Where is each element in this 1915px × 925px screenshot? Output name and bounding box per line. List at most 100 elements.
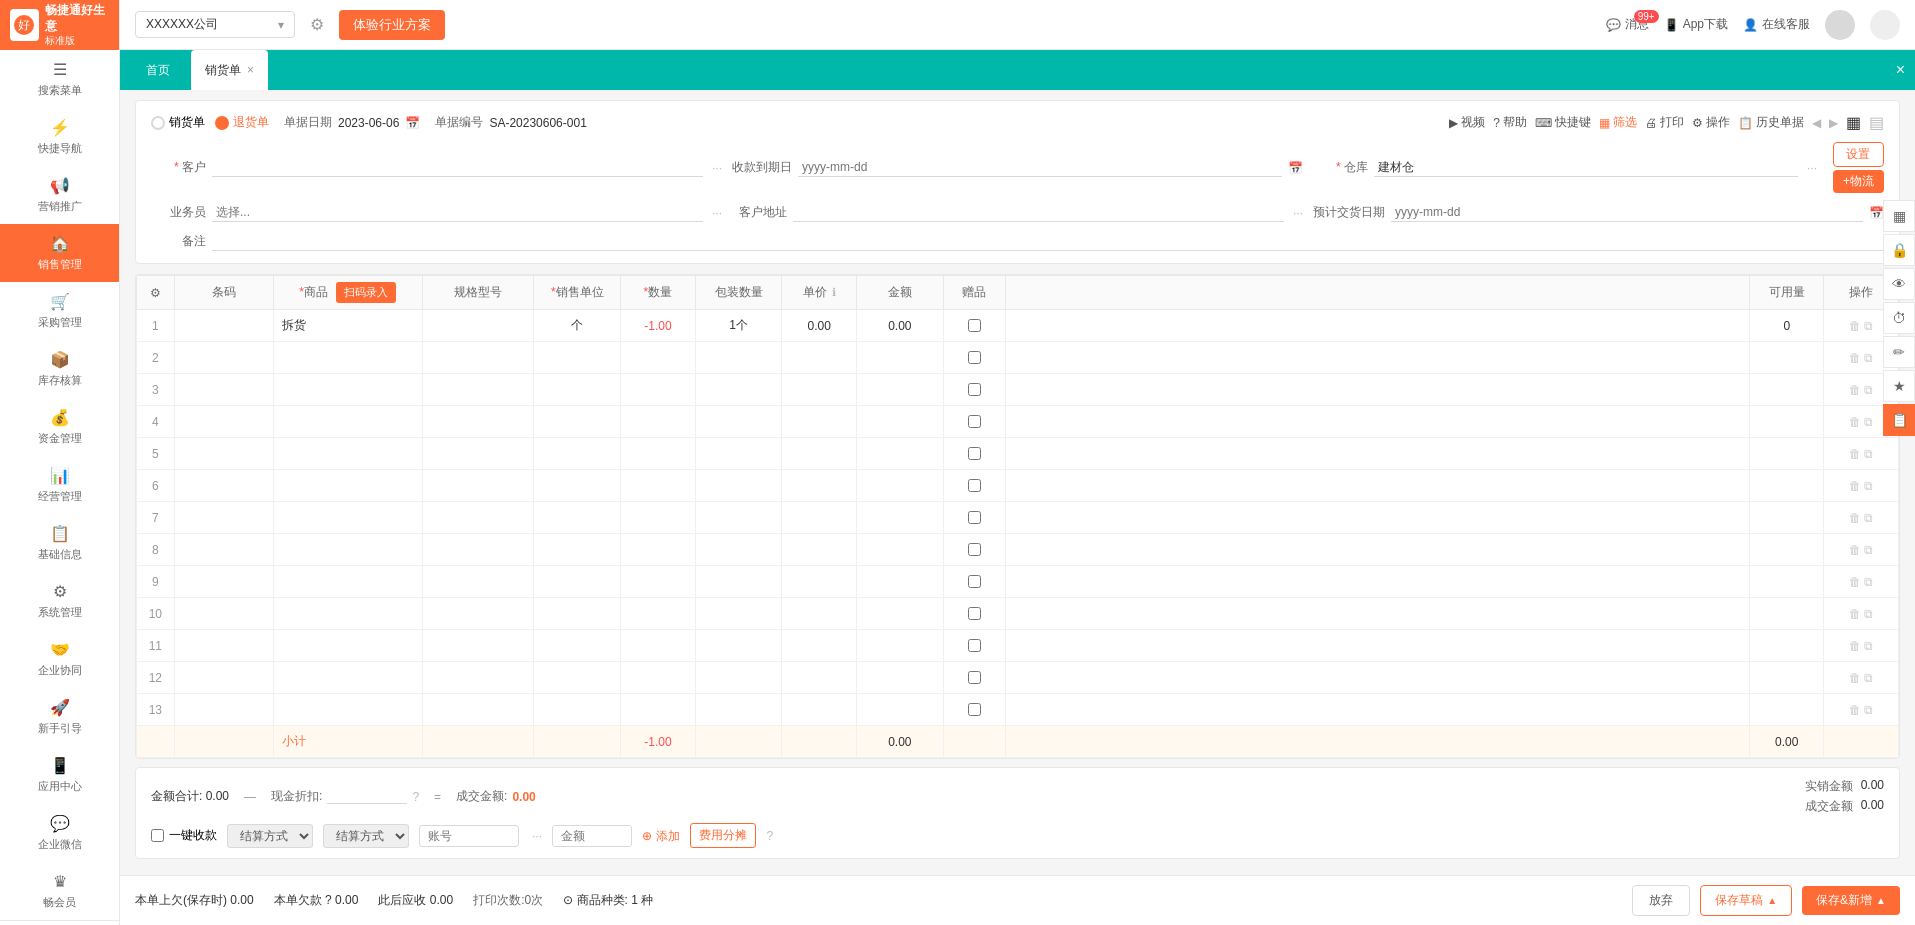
- rt-item-grid[interactable]: ▦: [1883, 200, 1915, 232]
- topbar-gear-icon[interactable]: ⚙: [310, 15, 324, 34]
- row-product-2[interactable]: [273, 342, 422, 374]
- row-unit-8[interactable]: [534, 534, 621, 566]
- row-barcode-6[interactable]: [174, 470, 273, 502]
- row-qty-4[interactable]: [621, 406, 695, 438]
- print-link[interactable]: 🖨 打印: [1645, 114, 1684, 131]
- settings-btn[interactable]: 设置: [1833, 142, 1884, 167]
- row-qty-3[interactable]: [621, 374, 695, 406]
- row-amount-13[interactable]: [856, 694, 943, 726]
- row-gift-12[interactable]: [943, 662, 1005, 694]
- row-pkgqty-9[interactable]: [695, 566, 782, 598]
- user-avatar2[interactable]: [1870, 10, 1900, 40]
- one-click-pay-input[interactable]: [151, 829, 164, 842]
- delete-icon-2[interactable]: 🗑: [1849, 351, 1861, 365]
- delete-icon-9[interactable]: 🗑: [1849, 575, 1861, 589]
- gift-checkbox-1[interactable]: [968, 319, 981, 332]
- row-spec-4[interactable]: [422, 406, 534, 438]
- filter-link[interactable]: ▦ 筛选: [1599, 114, 1637, 131]
- row-barcode-8[interactable]: [174, 534, 273, 566]
- row-unit-4[interactable]: [534, 406, 621, 438]
- row-product-8[interactable]: [273, 534, 422, 566]
- row-price-9[interactable]: [782, 566, 856, 598]
- row-product-10[interactable]: [273, 598, 422, 630]
- row-unit-5[interactable]: [534, 438, 621, 470]
- row-gift-4[interactable]: [943, 406, 1005, 438]
- tab-sales-order[interactable]: 销货单 ×: [191, 50, 268, 90]
- row-gift-6[interactable]: [943, 470, 1005, 502]
- sidebar-item-operations[interactable]: 📊 经营管理: [0, 456, 119, 514]
- app-download-btn[interactable]: 📱 App下载: [1664, 16, 1728, 33]
- row-price-12[interactable]: [782, 662, 856, 694]
- row-spec-2[interactable]: [422, 342, 534, 374]
- row-barcode-11[interactable]: [174, 630, 273, 662]
- one-click-pay-checkbox[interactable]: 一键收款: [151, 827, 217, 844]
- row-barcode-4[interactable]: [174, 406, 273, 438]
- rt-item-orange[interactable]: 📋: [1883, 404, 1915, 436]
- nav-prev-icon[interactable]: ◀: [1812, 116, 1821, 130]
- customer-input[interactable]: [212, 158, 703, 177]
- row-amount-3[interactable]: [856, 374, 943, 406]
- copy-icon-1[interactable]: ⧉: [1864, 319, 1873, 333]
- salesperson-input[interactable]: [212, 203, 703, 222]
- row-amount-4[interactable]: [856, 406, 943, 438]
- delete-icon-1[interactable]: 🗑: [1849, 319, 1861, 333]
- delete-icon-6[interactable]: 🗑: [1849, 479, 1861, 493]
- row-qty-1[interactable]: -1.00: [621, 310, 695, 342]
- date-calendar-icon[interactable]: 📅: [405, 116, 420, 130]
- scan-btn[interactable]: 扫码录入: [336, 282, 396, 303]
- gift-checkbox-7[interactable]: [968, 511, 981, 524]
- row-barcode-9[interactable]: [174, 566, 273, 598]
- sidebar-item-marketing[interactable]: 📢 营销推广: [0, 166, 119, 224]
- delete-icon-8[interactable]: 🗑: [1849, 543, 1861, 557]
- gift-checkbox-5[interactable]: [968, 447, 981, 460]
- copy-icon-9[interactable]: ⧉: [1864, 575, 1873, 589]
- tabbar-close-all-icon[interactable]: ×: [1896, 61, 1905, 79]
- delete-icon-5[interactable]: 🗑: [1849, 447, 1861, 461]
- row-product-3[interactable]: [273, 374, 422, 406]
- row-pkgqty-1[interactable]: 1个: [695, 310, 782, 342]
- sidebar-item-wechat[interactable]: 💬 企业微信: [0, 804, 119, 862]
- row-price-8[interactable]: [782, 534, 856, 566]
- delete-icon-3[interactable]: 🗑: [1849, 383, 1861, 397]
- online-service-btn[interactable]: 👤 在线客服: [1743, 16, 1810, 33]
- gift-checkbox-10[interactable]: [968, 607, 981, 620]
- delete-icon-4[interactable]: 🗑: [1849, 415, 1861, 429]
- delete-icon-12[interactable]: 🗑: [1849, 671, 1861, 685]
- user-avatar[interactable]: [1825, 10, 1855, 40]
- pay-amount-input[interactable]: [552, 825, 632, 847]
- copy-icon-13[interactable]: ⧉: [1864, 703, 1873, 717]
- due-date-input[interactable]: [798, 158, 1282, 177]
- row-qty-2[interactable]: [621, 342, 695, 374]
- pay-method-select[interactable]: 结算方式: [227, 824, 313, 848]
- customer-addr-input[interactable]: [793, 203, 1284, 222]
- row-unit-10[interactable]: [534, 598, 621, 630]
- copy-icon-7[interactable]: ⧉: [1864, 511, 1873, 525]
- warehouse-more-icon[interactable]: ···: [1807, 161, 1817, 175]
- logistics-btn[interactable]: +物流: [1833, 170, 1884, 193]
- copy-icon-5[interactable]: ⧉: [1864, 447, 1873, 461]
- detail-view-icon[interactable]: ▤: [1869, 113, 1884, 132]
- row-spec-11[interactable]: [422, 630, 534, 662]
- row-qty-7[interactable]: [621, 502, 695, 534]
- row-gift-2[interactable]: [943, 342, 1005, 374]
- rt-item-star[interactable]: ★: [1883, 370, 1915, 402]
- row-price-5[interactable]: [782, 438, 856, 470]
- sidebar-item-vip[interactable]: ♛ 畅会员: [0, 862, 119, 920]
- row-price-3[interactable]: [782, 374, 856, 406]
- row-barcode-13[interactable]: [174, 694, 273, 726]
- history-link[interactable]: 📋 历史单据: [1738, 114, 1804, 131]
- price-info-icon[interactable]: ℹ: [832, 286, 836, 298]
- radio-return[interactable]: 退货单: [215, 114, 269, 131]
- row-unit-6[interactable]: [534, 470, 621, 502]
- sidebar-item-cooperation[interactable]: 🤝 企业协同: [0, 630, 119, 688]
- expected-date-input[interactable]: [1391, 203, 1863, 222]
- copy-icon-12[interactable]: ⧉: [1864, 671, 1873, 685]
- gift-checkbox-4[interactable]: [968, 415, 981, 428]
- account-more-icon[interactable]: ···: [532, 829, 542, 843]
- row-barcode-12[interactable]: [174, 662, 273, 694]
- row-gift-3[interactable]: [943, 374, 1005, 406]
- row-unit-13[interactable]: [534, 694, 621, 726]
- row-pkgqty-7[interactable]: [695, 502, 782, 534]
- row-barcode-5[interactable]: [174, 438, 273, 470]
- row-spec-3[interactable]: [422, 374, 534, 406]
